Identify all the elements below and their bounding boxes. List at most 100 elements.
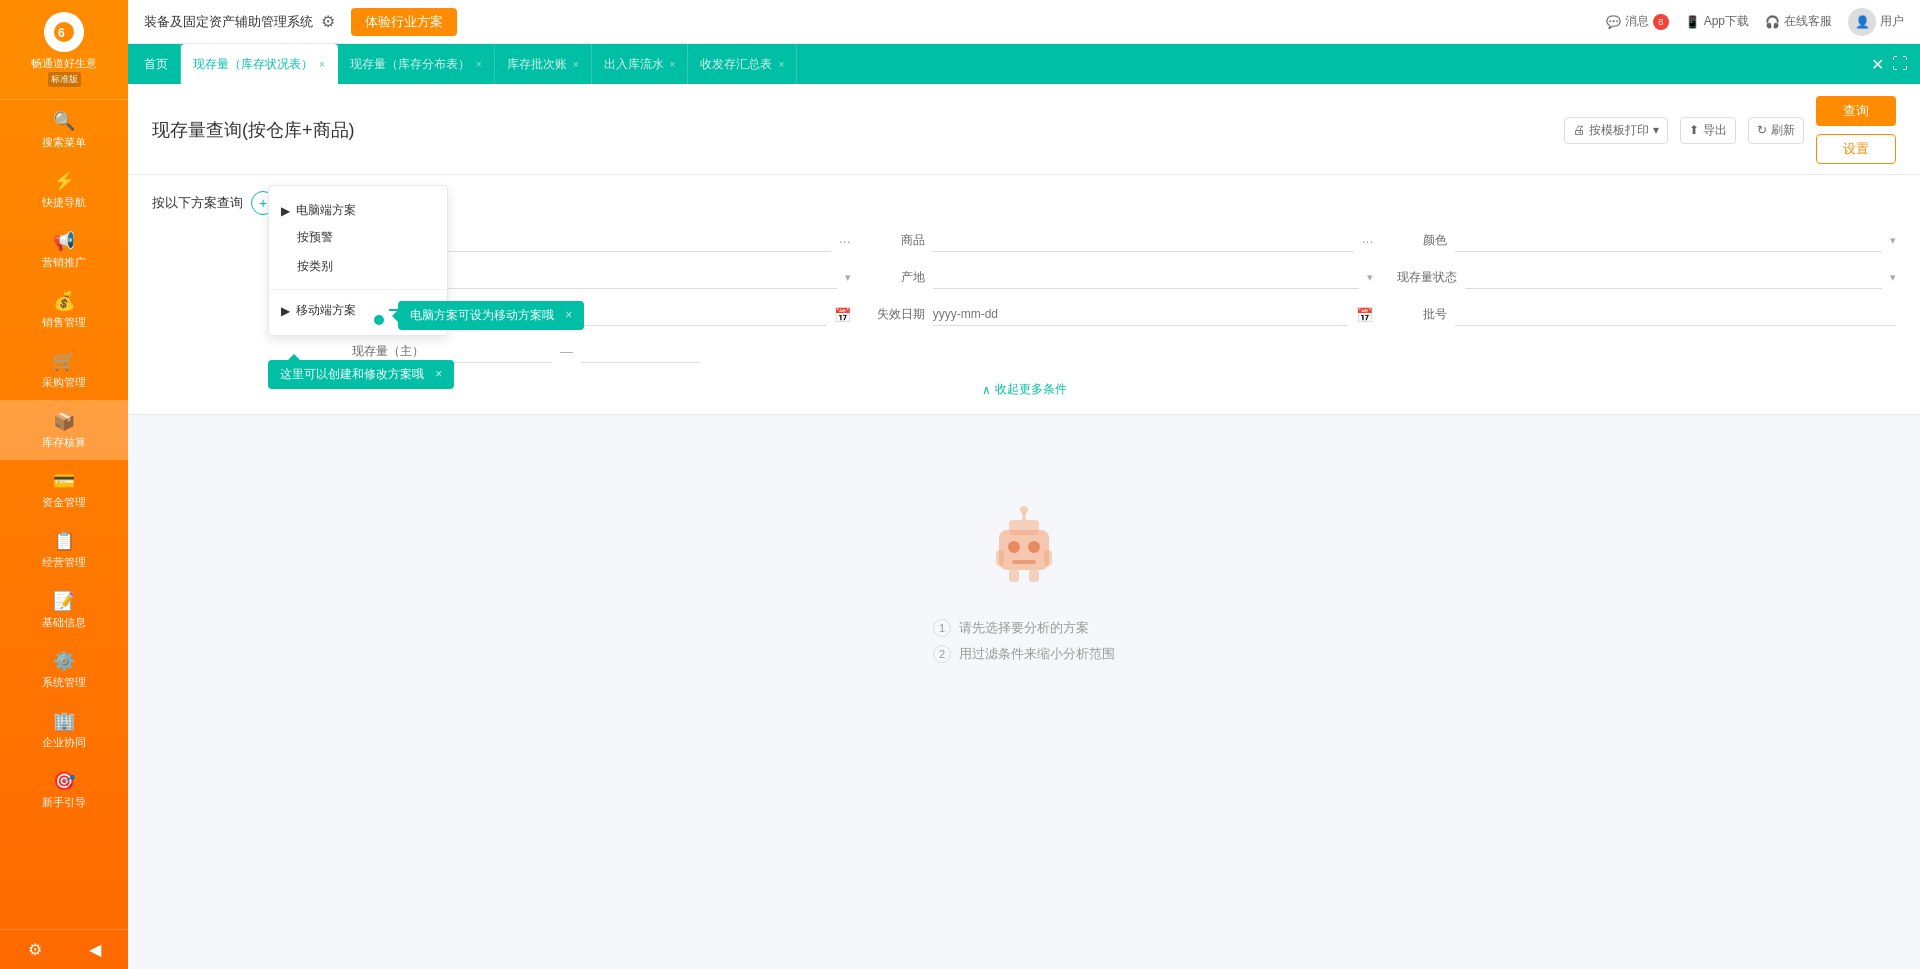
warehouse-dots[interactable]: ··· [839, 233, 851, 249]
tab-inventory-status-label: 现存量（库存状况表） [193, 56, 313, 73]
sidebar-collapse-btn[interactable]: ◀ [89, 940, 101, 959]
sidebar-item-operations[interactable]: 📋 经营管理 [0, 520, 128, 580]
topbar-plan-button[interactable]: 体验行业方案 [351, 8, 457, 36]
color-chevron-icon: ▾ [1890, 234, 1896, 247]
dot-indicator [374, 315, 384, 325]
purchase-icon: 🛒 [53, 350, 75, 372]
finance-icon: 💳 [53, 470, 75, 492]
query-button[interactable]: 查询 [1816, 96, 1896, 126]
sidebar-footer: ⚙ ◀ [0, 929, 128, 969]
tab-inventory-status[interactable]: 现存量（库存状况表） × [181, 44, 338, 84]
tooltip2-text: 这里可以创建和修改方案哦 [280, 367, 424, 381]
sidebar-item-sales[interactable]: 💰 销售管理 [0, 280, 128, 340]
app-download-item[interactable]: 📱 App下载 [1685, 13, 1749, 30]
origin-chevron-icon: ▾ [1367, 271, 1373, 284]
scheme-section-pc-header[interactable]: ▶ 电脑端方案 [269, 198, 447, 223]
online-support-item[interactable]: 🎧 在线客服 [1765, 13, 1832, 30]
tab-batch[interactable]: 库存批次账 × [495, 44, 592, 84]
tab-receive-summary-label: 收发存汇总表 [700, 56, 772, 73]
print-button[interactable]: 🖨 按模板打印 ▾ [1564, 117, 1668, 144]
filter-label: 按以下方案查询 [152, 194, 243, 212]
sidebar-label-inventory: 库存核算 [42, 435, 86, 450]
tab-home-label: 首页 [144, 56, 168, 73]
product-dots[interactable]: ··· [1362, 233, 1374, 249]
svg-point-12 [1020, 506, 1028, 514]
tabbar-close-all-icon[interactable]: ✕ [1871, 55, 1884, 74]
collapse-button[interactable]: ∧ 收起更多条件 [982, 381, 1067, 398]
origin-select[interactable] [933, 266, 1360, 289]
sidebar-item-guide[interactable]: 🎯 新手引导 [0, 760, 128, 820]
warehouse-select[interactable] [410, 229, 831, 252]
sidebar-label-sales: 销售管理 [42, 315, 86, 330]
tab-inventory-dist-close[interactable]: × [476, 59, 482, 70]
main-content: 装备及固定资产辅助管理系统 ⚙ 体验行业方案 💬 消息 8 📱 App下载 🎧 … [128, 0, 1920, 969]
app-download-label: App下载 [1704, 13, 1749, 30]
sidebar-item-quick-nav[interactable]: ⚡ 快捷导航 [0, 160, 128, 220]
quick-nav-icon: ⚡ [53, 170, 75, 192]
chevron-up-icon: ∧ [982, 383, 991, 397]
sidebar-item-search[interactable]: 🔍 搜索菜单 [0, 100, 128, 160]
tab-inventory-status-close[interactable]: × [319, 59, 325, 70]
refresh-label: 刷新 [1771, 122, 1795, 139]
batch-input[interactable] [1455, 303, 1896, 326]
calendar-icon-2[interactable]: 📅 [1356, 307, 1373, 323]
sidebar-item-marketing[interactable]: 📢 营销推广 [0, 220, 128, 280]
tab-inout[interactable]: 出入库流水 × [592, 44, 689, 84]
tab-receive-summary[interactable]: 收发存汇总表 × [688, 44, 797, 84]
product-input[interactable] [933, 229, 1354, 252]
sidebar-label-quick-nav: 快捷导航 [42, 195, 86, 210]
tooltip1-close[interactable]: × [565, 308, 572, 322]
stock-status-select[interactable] [1465, 266, 1882, 289]
scheme-item-category[interactable]: 按类别 [269, 252, 447, 281]
phone-icon: 📱 [1685, 15, 1700, 29]
export-button[interactable]: ⬆ 导出 [1680, 117, 1736, 144]
filter-expire-date: 失效日期 📅 [875, 303, 1374, 326]
sidebar-item-system[interactable]: ⚙️ 系统管理 [0, 640, 128, 700]
sidebar-logo: 6 畅通道好生意 标准版 [0, 0, 128, 100]
topbar: 装备及固定资产辅助管理系统 ⚙ 体验行业方案 💬 消息 8 📱 App下载 🎧 … [128, 0, 1920, 44]
filter-batch: 批号 [1397, 303, 1896, 326]
calendar-icon-1[interactable]: 📅 [834, 307, 851, 323]
scheme-item-warning[interactable]: 按预警 [269, 223, 447, 252]
user-label: 用户 [1880, 13, 1904, 30]
svg-point-5 [1028, 541, 1040, 553]
tab-batch-close[interactable]: × [573, 59, 579, 70]
filter-product: 商品 ··· [875, 229, 1374, 252]
tabbar-expand-icon[interactable]: ⛶ [1892, 55, 1908, 73]
tab-inout-close[interactable]: × [670, 59, 676, 70]
tooltip2-close[interactable]: × [435, 367, 442, 381]
filter-area: 按以下方案查询 + ✎ « ▶ 电脑端方案 按预警 按类别 [128, 175, 1920, 415]
tab-receive-summary-close[interactable]: × [778, 59, 784, 70]
filter-origin: 产地 ▾ [875, 266, 1374, 289]
page: 现存量查询(按仓库+商品) 🖨 按模板打印 ▾ ⬆ 导出 ↻ 刷新 [128, 84, 1920, 969]
empty-steps: 1 请先选择要分析的方案 2 用过滤条件来缩小分析范围 [933, 619, 1115, 663]
sidebar-label-purchase: 采购管理 [42, 375, 86, 390]
message-item[interactable]: 💬 消息 8 [1606, 13, 1669, 30]
inventory-icon: 📦 [53, 410, 75, 432]
stock-qty-to-input[interactable] [581, 340, 701, 363]
tab-batch-label: 库存批次账 [507, 56, 567, 73]
step-num-2: 2 [933, 645, 951, 663]
svg-rect-10 [1029, 570, 1039, 582]
setting-button[interactable]: 设置 [1816, 134, 1896, 164]
sidebar-item-finance[interactable]: 💳 资金管理 [0, 460, 128, 520]
message-label: 消息 [1625, 13, 1649, 30]
sidebar-item-purchase[interactable]: 🛒 采购管理 [0, 340, 128, 400]
expire-date-input[interactable] [933, 303, 1349, 326]
page-header: 现存量查询(按仓库+商品) 🖨 按模板打印 ▾ ⬆ 导出 ↻ 刷新 [128, 84, 1920, 175]
tab-inventory-dist[interactable]: 现存量（库存分布表） × [338, 44, 495, 84]
system-icon: ⚙️ [53, 650, 75, 672]
size-select[interactable] [410, 266, 837, 289]
sidebar-item-enterprise[interactable]: 🏢 企业协同 [0, 700, 128, 760]
sidebar-item-inventory[interactable]: 📦 库存核算 [0, 400, 128, 460]
tab-home[interactable]: 首页 [132, 44, 181, 84]
export-label: 导出 [1703, 122, 1727, 139]
logo-badge: 标准版 [48, 72, 81, 87]
topbar-gear-icon[interactable]: ⚙ [321, 12, 335, 31]
sidebar-settings-btn[interactable]: ⚙ [28, 940, 42, 959]
refresh-button[interactable]: ↻ 刷新 [1748, 117, 1804, 144]
marketing-icon: 📢 [53, 230, 75, 252]
color-select[interactable] [1455, 229, 1882, 252]
user-item[interactable]: 👤 用户 [1848, 8, 1904, 36]
sidebar-item-basics[interactable]: 📝 基础信息 [0, 580, 128, 640]
